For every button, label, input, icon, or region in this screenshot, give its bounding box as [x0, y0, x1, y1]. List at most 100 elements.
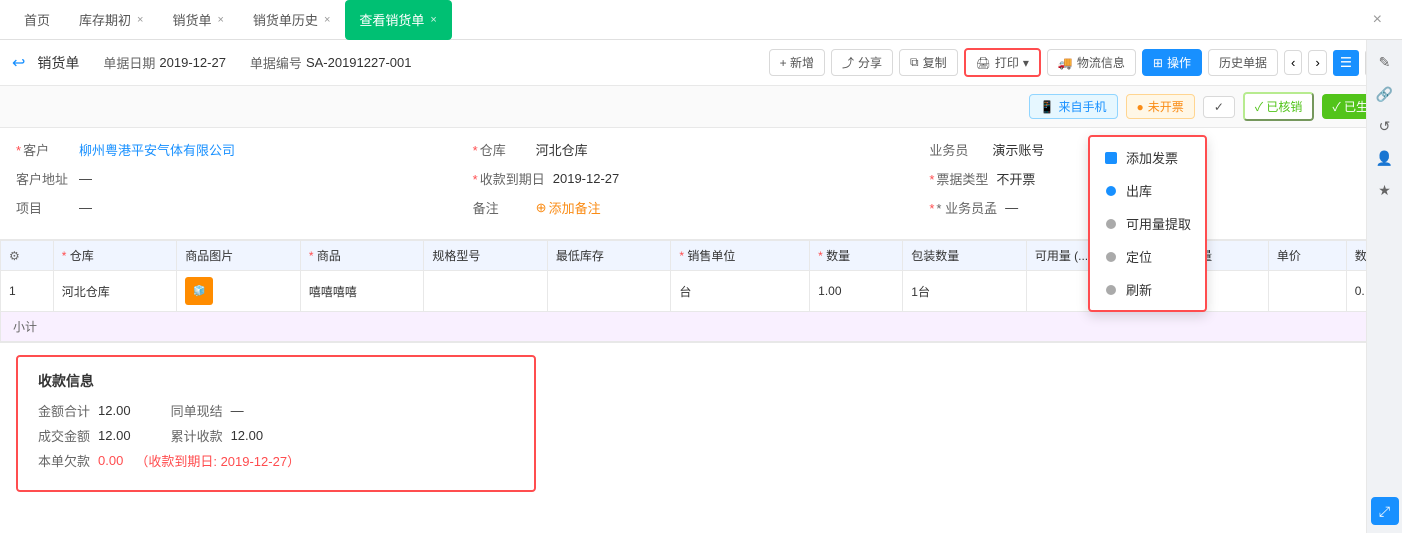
- warehouse-field: 仓库 河北仓库: [473, 140, 930, 159]
- tab-sales-order-history[interactable]: 销货单历史 ×: [239, 0, 345, 40]
- new-button[interactable]: + 新增: [769, 49, 825, 76]
- tab-close-inventory-init[interactable]: ×: [137, 14, 143, 26]
- total-received-value: 12.00: [231, 428, 264, 443]
- payment-row-2: 成交金额 12.00 累计收款 12.00: [38, 426, 514, 445]
- col-quantity: * 数量: [810, 241, 903, 271]
- sidebar-edit-icon[interactable]: ✎: [1371, 48, 1399, 76]
- refresh-icon: [1104, 283, 1118, 297]
- warehouse-label: 仓库: [473, 140, 528, 159]
- doc-date-label: 单据日期: [103, 53, 155, 72]
- cell-no: 1: [1, 271, 54, 312]
- add-note-button[interactable]: ⊕ 添加备注: [536, 198, 601, 217]
- address-value: —: [79, 171, 92, 186]
- sidebar-refresh-icon[interactable]: ↺: [1371, 112, 1399, 140]
- order-debt-label: 本单欠款: [38, 451, 90, 470]
- cell-quantity: 1.00: [810, 271, 903, 312]
- not-open-button[interactable]: ● 未开票: [1126, 94, 1195, 119]
- available-qty-icon: [1104, 217, 1118, 231]
- dropdown-locate[interactable]: 定位: [1090, 240, 1205, 273]
- doc-number-label: 单据编号: [250, 53, 302, 72]
- logistics-button[interactable]: 🚚 物流信息: [1047, 49, 1136, 76]
- total-received-field: 累计收款 12.00: [171, 426, 264, 445]
- dropdown-outbound[interactable]: 出库: [1090, 174, 1205, 207]
- right-sidebar: ✎ 🔗 ↺ 👤 ★ ⤢: [1366, 40, 1402, 533]
- total-amount-label: 金额合计: [38, 401, 90, 420]
- operation-button[interactable]: ⊞ 操作: [1142, 49, 1202, 76]
- doc-date-value: 2019-12-27: [159, 55, 226, 70]
- next-button[interactable]: ›: [1308, 50, 1326, 75]
- payment-row-3: 本单欠款 0.00 （收款到期日: 2019-12-27）: [38, 451, 514, 470]
- payment-row-1: 金额合计 12.00 同单现结 —: [38, 401, 514, 420]
- payment-info: 收款信息 金额合计 12.00 同单现结 — 成交金额 12.00 累计收款 1…: [16, 355, 536, 492]
- share-icon: ⤴: [842, 54, 854, 71]
- ticket-type-label: 票据类型: [929, 169, 988, 188]
- col-price: 单价: [1268, 241, 1346, 271]
- deal-amount-field: 成交金额 12.00: [38, 426, 131, 445]
- col-spec: 规格型号: [424, 241, 548, 271]
- payment-date-value: 2019-12-27: [553, 171, 620, 186]
- col-pack-qty: 包装数量: [903, 241, 1027, 271]
- print-dropdown-arrow: ▾: [1023, 56, 1029, 70]
- tab-close-view-sales-order[interactable]: ×: [430, 14, 436, 26]
- tab-home[interactable]: 首页: [10, 0, 65, 40]
- payment-title: 收款信息: [38, 371, 514, 391]
- note-label: 备注: [473, 198, 528, 217]
- same-order-settle-field: 同单现结 —: [171, 401, 244, 420]
- payment-date-label: 收款到期日: [473, 169, 545, 188]
- toolbar: ↩ 销货单 单据日期 2019-12-27 单据编号 SA-20191227-0…: [0, 40, 1402, 86]
- tab-close-sales-order[interactable]: ×: [217, 14, 223, 26]
- print-button[interactable]: 🖨 打印 ▾: [964, 48, 1041, 77]
- copy-button[interactable]: ⧉ 复制: [899, 49, 958, 76]
- project-value: —: [79, 200, 92, 215]
- window-close-button[interactable]: ×: [1363, 11, 1392, 29]
- dropdown-available-qty[interactable]: 可用量提取: [1090, 207, 1205, 240]
- add-invoice-icon: [1104, 151, 1118, 165]
- salesperson-value: 演示账号: [992, 140, 1044, 159]
- same-order-settle-label: 同单现结: [171, 401, 223, 420]
- dropdown-refresh[interactable]: 刷新: [1090, 273, 1205, 306]
- view-table-button[interactable]: ☰: [1333, 50, 1359, 76]
- cell-min-stock: [547, 271, 671, 312]
- note-field: 备注 ⊕ 添加备注: [473, 198, 930, 217]
- sidebar-user-icon[interactable]: 👤: [1371, 144, 1399, 172]
- confirm-icon-button[interactable]: ✓: [1203, 96, 1235, 118]
- phone-icon: 📱: [1040, 100, 1055, 114]
- operation-icon: ⊞: [1153, 56, 1163, 70]
- tab-sales-order[interactable]: 销货单 ×: [158, 0, 238, 40]
- same-order-settle-value: —: [231, 403, 244, 418]
- order-debt-field: 本单欠款 0.00 （收款到期日: 2019-12-27）: [38, 451, 300, 470]
- sidebar-star-icon[interactable]: ★: [1371, 176, 1399, 204]
- cell-spec: [424, 271, 548, 312]
- customer-value[interactable]: 柳州粤港平安气体有限公司: [79, 140, 235, 159]
- col-settings[interactable]: ⚙: [1, 241, 54, 271]
- payment-date-field: 收款到期日 2019-12-27: [473, 169, 930, 188]
- logistics-icon: 🚚: [1058, 56, 1073, 70]
- sidebar-expand-icon[interactable]: ⤢: [1371, 497, 1399, 525]
- tab-bar: 首页 库存期初 × 销货单 × 销货单历史 × 查看销货单 × ×: [0, 0, 1402, 40]
- share-button[interactable]: ⤴ 分享: [831, 49, 893, 76]
- already-voided-button[interactable]: ✓ 已核销: [1243, 92, 1315, 121]
- print-icon: 🖨: [976, 56, 991, 70]
- col-warehouse: * 仓库: [53, 241, 177, 271]
- ticket-icon: ●: [1137, 100, 1144, 114]
- tab-close-sales-order-history[interactable]: ×: [324, 14, 330, 26]
- tab-inventory-init[interactable]: 库存期初 ×: [65, 0, 158, 40]
- doc-number-field: 单据编号 SA-20191227-001: [250, 53, 412, 72]
- prev-button[interactable]: ‹: [1284, 50, 1302, 75]
- status-row: 📱 来自手机 ● 未开票 ✓ ✓ 已核销 ✓ 已生效: [0, 86, 1402, 128]
- sidebar-link-icon[interactable]: 🔗: [1371, 80, 1399, 108]
- subtotal-label: 小计: [1, 312, 1402, 342]
- outbound-icon: [1104, 184, 1118, 198]
- confirm-icon: ✓: [1214, 100, 1224, 114]
- project-label: 项目: [16, 198, 71, 217]
- address-field: 客户地址 —: [16, 169, 473, 188]
- total-amount-field: 金额合计 12.00: [38, 401, 131, 420]
- salesperson2-value: —: [1005, 200, 1018, 215]
- history-button[interactable]: 历史单据: [1208, 49, 1278, 76]
- tab-view-sales-order[interactable]: 查看销货单 ×: [345, 0, 451, 40]
- customer-field: 客户 柳州粤港平安气体有限公司: [16, 140, 473, 159]
- from-phone-button[interactable]: 📱 来自手机: [1029, 94, 1118, 119]
- dropdown-add-invoice[interactable]: 添加发票: [1090, 141, 1205, 174]
- cell-sales-unit: 台: [671, 271, 810, 312]
- settings-icon[interactable]: ⚙: [9, 249, 20, 263]
